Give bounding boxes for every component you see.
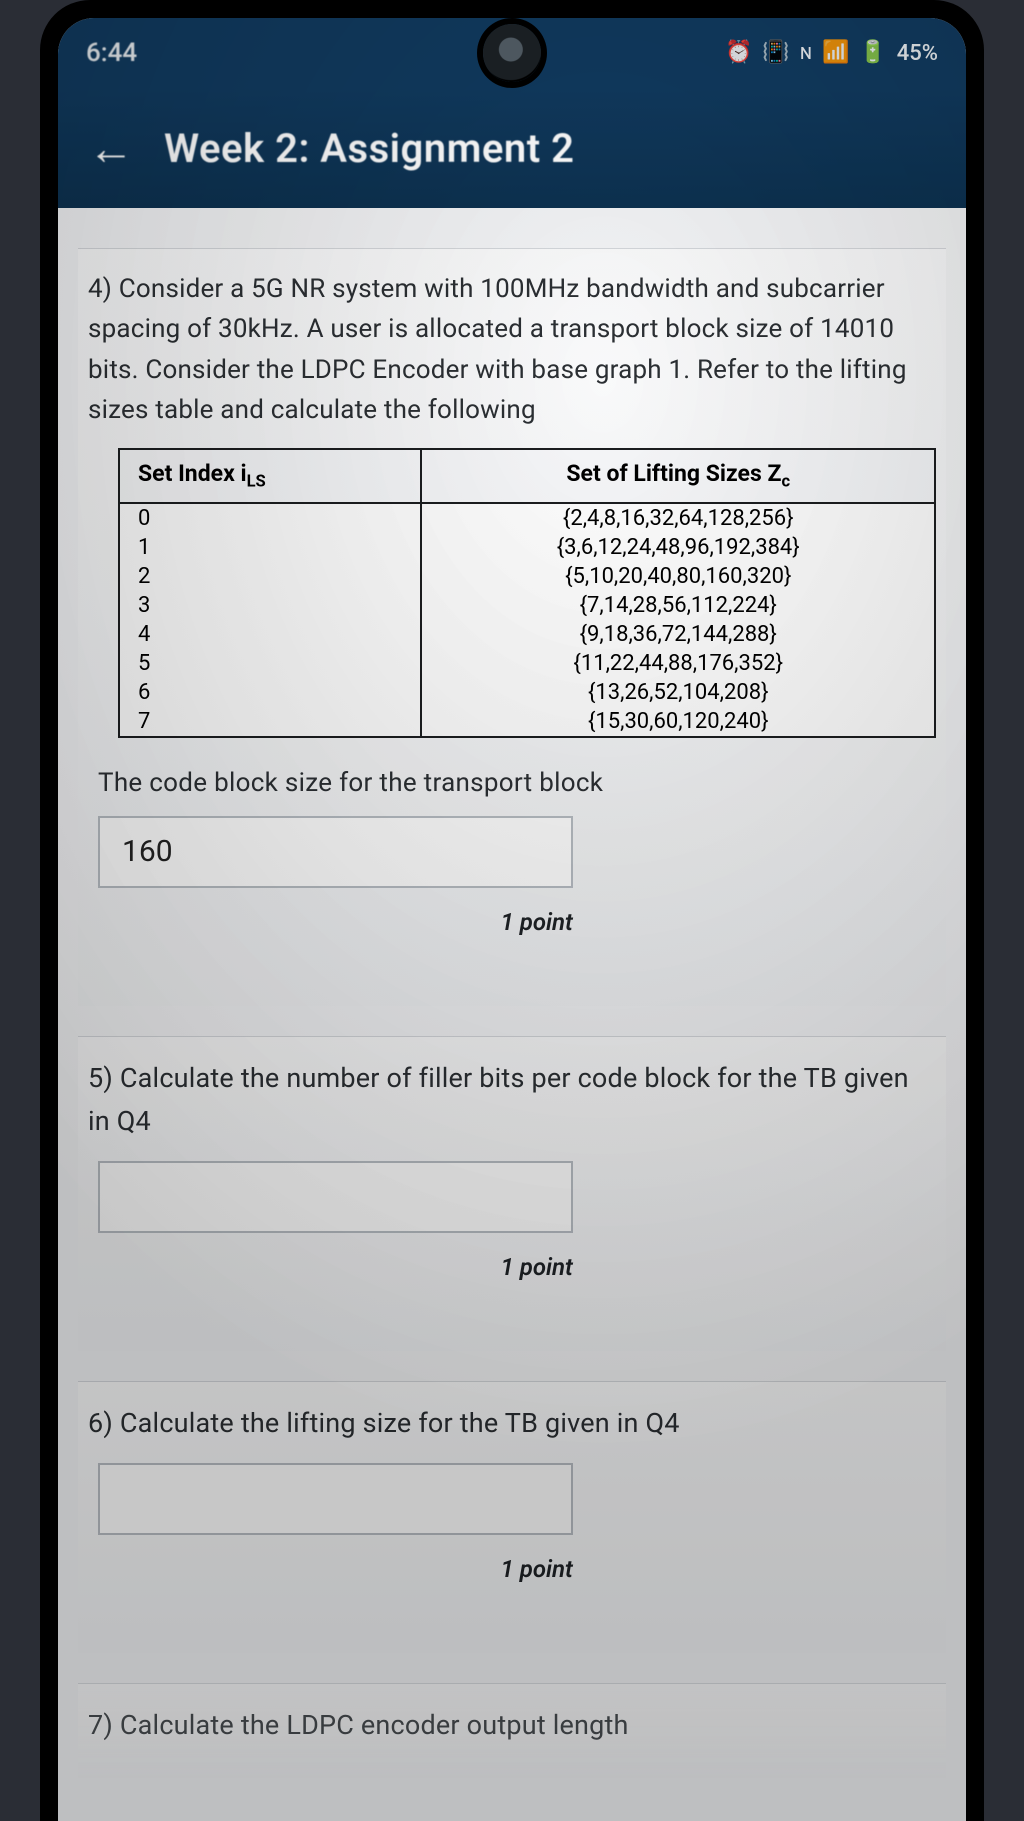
battery-icon: 🔋 [859, 42, 886, 64]
vibrate-icon: 📳 [762, 42, 789, 64]
question-4: 4) Consider a 5G NR system with 100MHz b… [78, 248, 946, 1006]
table-row: 1{3,6,12,24,48,96,192,384} [120, 533, 934, 562]
question-7: 7) Calculate the LDPC encoder output len… [78, 1683, 946, 1777]
table-header-index: Set Index iLS [120, 450, 421, 503]
question-4-text: 4) Consider a 5G NR system with 100MHz b… [88, 269, 936, 430]
question-5-text: 5) Calculate the number of filler bits p… [88, 1057, 936, 1143]
app-header: ← Week 2: Assignment 2 [58, 88, 966, 208]
screen: 6:44 ⏰ 📳 ɴ 📶 🔋 45% ← Week 2: Assignment … [58, 18, 966, 1821]
q4-sub-label: The code block size for the transport bl… [98, 768, 936, 798]
table-row: 4{9,18,36,72,144,288} [120, 620, 934, 649]
table-header-sizes: Set of Lifting Sizes Zc [421, 450, 934, 503]
back-arrow-icon[interactable]: ← [88, 121, 134, 176]
signal-icon: 📶 [822, 42, 849, 64]
question-5: 5) Calculate the number of filler bits p… [78, 1036, 946, 1351]
alarm-icon: ⏰ [725, 42, 752, 64]
q6-answer-input[interactable] [98, 1463, 573, 1535]
table-row: 3{7,14,28,56,112,224} [120, 591, 934, 620]
q4-points: 1 point [98, 908, 573, 936]
page-title: Week 2: Assignment 2 [164, 125, 574, 172]
content-scroll[interactable]: 4) Consider a 5G NR system with 100MHz b… [58, 208, 966, 1821]
question-7-text: 7) Calculate the LDPC encoder output len… [88, 1704, 936, 1747]
table-row: 5{11,22,44,88,176,352} [120, 649, 934, 678]
q5-answer-input[interactable] [98, 1161, 573, 1233]
question-6-text: 6) Calculate the lifting size for the TB… [88, 1402, 936, 1445]
table-row: 6{13,26,52,104,208} [120, 678, 934, 707]
camera-hole [483, 24, 541, 82]
lifting-sizes-table: Set Index iLS Set of Lifting Sizes Zc 0{… [118, 448, 936, 738]
q4-answer-input[interactable] [98, 816, 573, 888]
question-6: 6) Calculate the lifting size for the TB… [78, 1381, 946, 1653]
battery-percent: 45% [897, 41, 938, 66]
q6-points: 1 point [98, 1555, 573, 1583]
nfc-icon: ɴ [800, 42, 812, 64]
q5-points: 1 point [98, 1253, 573, 1281]
table-row: 2{5,10,20,40,80,160,320} [120, 562, 934, 591]
table-row: 7{15,30,60,120,240} [120, 707, 934, 736]
table-row: 0{2,4,8,16,32,64,128,256} [120, 503, 934, 533]
phone-bezel: 6:44 ⏰ 📳 ɴ 📶 🔋 45% ← Week 2: Assignment … [40, 0, 984, 1821]
status-indicators: ⏰ 📳 ɴ 📶 🔋 45% [725, 41, 938, 66]
status-time: 6:44 [86, 38, 137, 68]
